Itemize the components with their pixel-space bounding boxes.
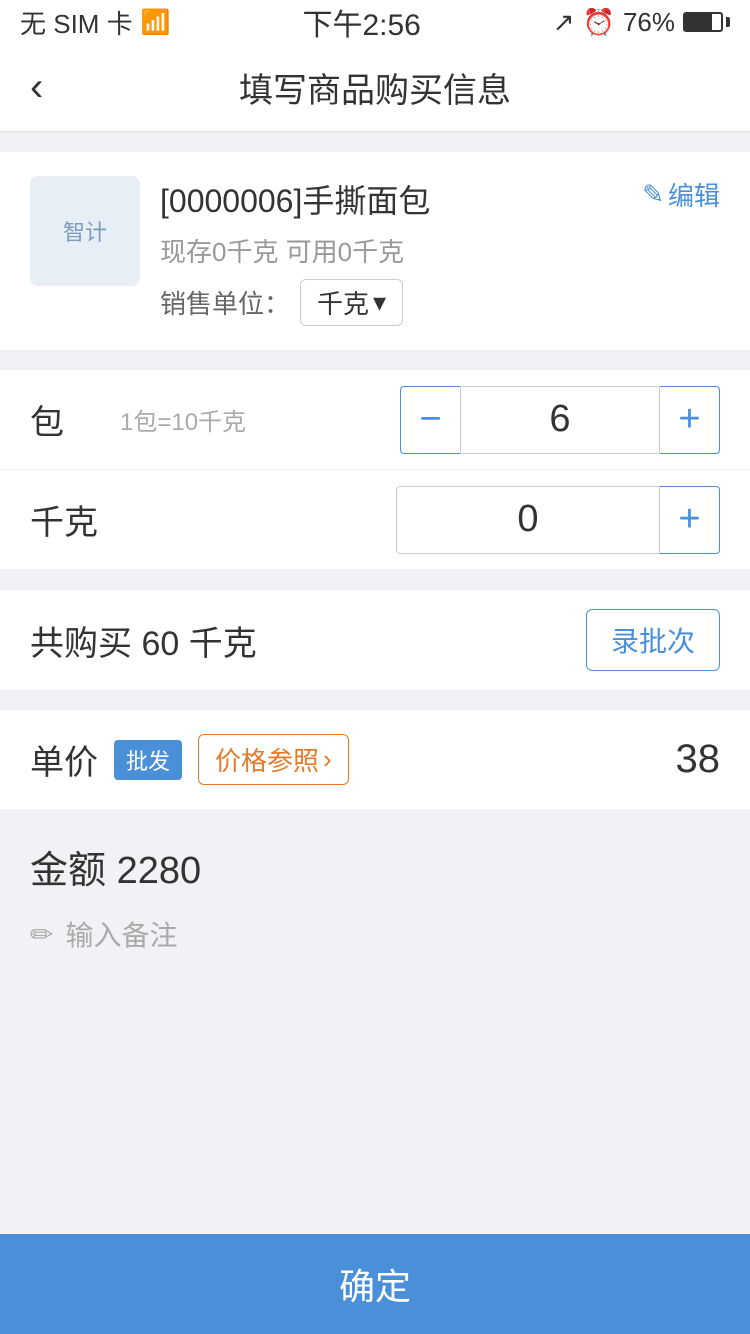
bag-decrement-button[interactable]: − — [400, 386, 460, 454]
product-header: [0000006]手撕面包 ✎ 编辑 — [160, 176, 720, 222]
back-button[interactable]: ‹ — [30, 65, 43, 110]
price-reference-button[interactable]: 价格参照 › — [198, 734, 349, 785]
kg-quantity-row: 千克 + — [0, 470, 750, 570]
product-name: [0000006]手撕面包 — [160, 176, 430, 222]
batch-button[interactable]: 录批次 — [586, 609, 720, 671]
status-right: ↗ ⏰ 76% — [553, 7, 730, 38]
confirm-button[interactable]: 确定 — [0, 1234, 750, 1334]
price-value: 38 — [676, 737, 721, 782]
kg-increment-button[interactable]: + — [660, 486, 720, 554]
product-unit-row: 销售单位： 千克 ▾ — [160, 279, 720, 326]
amount-row: 金额 2280 — [30, 839, 720, 894]
bag-label: 包 — [30, 395, 110, 444]
unit-value: 千克 — [317, 284, 369, 321]
price-tag-badge: 批发 — [114, 740, 182, 780]
divider-3 — [0, 690, 750, 710]
status-left: 无 SIM 卡 📶 — [20, 4, 171, 41]
remark-label: 输入备注 — [65, 914, 177, 954]
location-icon: ↗ — [553, 7, 575, 38]
bag-quantity-row: 包 1包=10千克 − + — [0, 370, 750, 470]
bag-quantity-input[interactable] — [460, 386, 660, 454]
wifi-icon: 📶 — [141, 8, 171, 37]
product-logo-text: 智计 — [63, 215, 107, 247]
total-row: 共购买 60 千克 录批次 — [0, 590, 750, 690]
bag-increment-button[interactable]: + — [660, 386, 720, 454]
page-title: 填写商品购买信息 — [239, 63, 511, 112]
edit-button[interactable]: ✎ 编辑 — [642, 176, 720, 213]
battery-indicator — [683, 12, 730, 32]
product-info: [0000006]手撕面包 ✎ 编辑 现存0千克 可用0千克 销售单位： 千克 … — [160, 176, 720, 326]
edit-label: 编辑 — [668, 176, 720, 213]
status-bar: 无 SIM 卡 📶 下午2:56 ↗ ⏰ 76% — [0, 0, 750, 44]
total-label: 共购买 60 千克 — [30, 616, 586, 665]
price-ref-arrow: › — [323, 744, 332, 775]
divider-1 — [0, 350, 750, 370]
total-label-text: 共购买 — [30, 625, 132, 663]
amount-label: 金额 — [30, 850, 106, 892]
total-unit: 千克 — [189, 625, 257, 663]
unit-label: 销售单位： — [160, 284, 290, 321]
chevron-down-icon: ▾ — [373, 287, 386, 318]
amount-section: 金额 2280 ✏ 输入备注 — [0, 809, 750, 974]
price-ref-label: 价格参照 — [215, 741, 319, 778]
nav-bar: ‹ 填写商品购买信息 — [0, 44, 750, 132]
status-time: 下午2:56 — [302, 0, 420, 44]
battery-percent: 76% — [623, 7, 675, 38]
kg-quantity-controls: + — [396, 486, 720, 554]
remark-icon: ✏ — [30, 918, 53, 951]
product-thumbnail: 智计 — [30, 176, 140, 286]
product-card: 智计 [0000006]手撕面包 ✎ 编辑 现存0千克 可用0千克 销售单位： … — [0, 152, 750, 350]
carrier-label: 无 SIM 卡 — [20, 4, 133, 41]
price-row: 单价 批发 价格参照 › 38 — [30, 734, 720, 785]
price-label: 单价 — [30, 735, 98, 784]
total-amount: 60 — [141, 625, 179, 663]
edit-icon: ✎ — [642, 179, 664, 210]
price-section: 单价 批发 价格参照 › 38 — [0, 710, 750, 809]
unit-select[interactable]: 千克 ▾ — [300, 279, 403, 326]
product-stock: 现存0千克 可用0千克 — [160, 232, 720, 269]
kg-quantity-input[interactable] — [396, 486, 660, 554]
amount-value: 2280 — [117, 850, 202, 892]
remark-row[interactable]: ✏ 输入备注 — [30, 914, 720, 954]
divider-2 — [0, 570, 750, 590]
alarm-icon: ⏰ — [583, 7, 615, 38]
kg-label: 千克 — [30, 495, 110, 544]
bag-sublabel: 1包=10千克 — [120, 402, 246, 437]
bag-quantity-controls: − + — [400, 386, 720, 454]
